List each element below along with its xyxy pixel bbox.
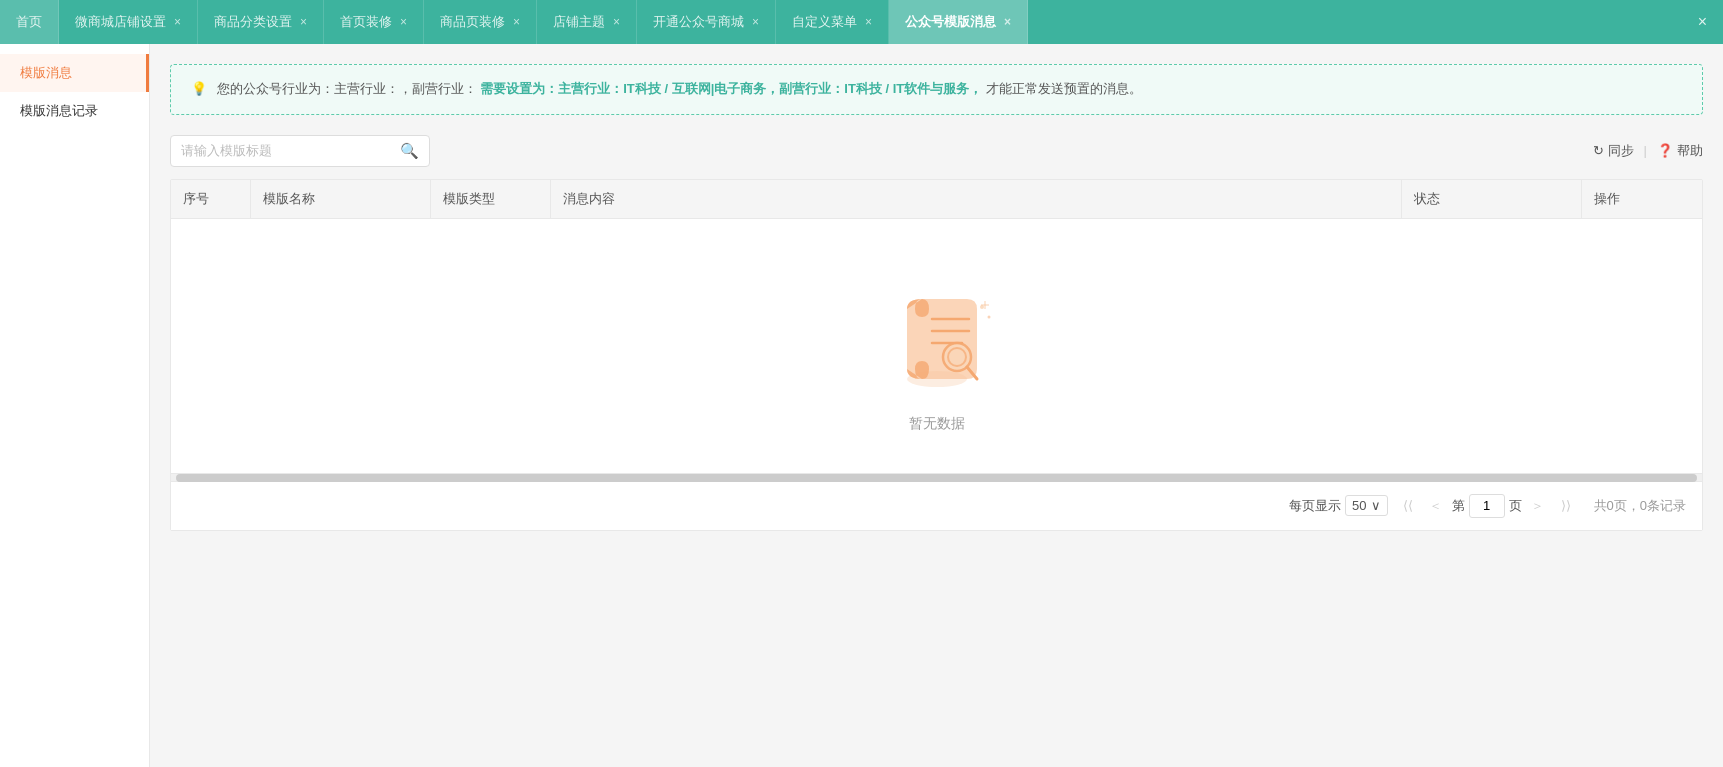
sidebar-item-template-msg-record[interactable]: 模版消息记录 <box>0 92 149 130</box>
toolbar-right: ↻ 同步 | ❓ 帮助 <box>1593 142 1703 160</box>
nav-tab-home-label: 首页 <box>16 13 42 31</box>
help-button[interactable]: ❓ 帮助 <box>1657 142 1703 160</box>
main-layout: 模版消息 模版消息记录 💡 您的公众号行业为：主营行业：，副营行业： 需要设置为… <box>0 44 1723 767</box>
search-input[interactable] <box>181 143 400 158</box>
th-action: 操作 <box>1582 180 1702 218</box>
th-seq: 序号 <box>171 180 251 218</box>
nav-tab-theme-label: 店铺主题 <box>553 13 605 31</box>
page-size-select: 每页显示 50 ∨ <box>1289 495 1387 516</box>
nav-tab-template-msg[interactable]: 公众号模版消息 × <box>889 0 1028 44</box>
page-next-button[interactable]: ＞ <box>1526 494 1550 518</box>
notice-highlight: 需要设置为：主营行业：IT科技 / 互联网|电子商务，副营行业：IT科技 / I… <box>480 81 982 96</box>
nav-tab-wechat-shop-label: 微商城店铺设置 <box>75 13 166 31</box>
th-status: 状态 <box>1402 180 1582 218</box>
page-size-label: 每页显示 <box>1289 497 1341 515</box>
nav-tab-category[interactable]: 商品分类设置 × <box>198 0 324 44</box>
th-type: 模版类型 <box>431 180 551 218</box>
table-header: 序号 模版名称 模版类型 消息内容 状态 操作 <box>171 180 1702 219</box>
sidebar-item-template-msg-label: 模版消息 <box>20 65 72 80</box>
empty-illustration <box>877 279 997 399</box>
page-size-dropdown[interactable]: 50 ∨ <box>1345 495 1387 516</box>
nav-tab-custom-menu[interactable]: 自定义菜单 × <box>776 0 889 44</box>
notice-prefix: 您的公众号行业为：主营行业：，副营行业： <box>217 81 477 96</box>
page-number-input[interactable] <box>1469 494 1505 518</box>
help-label: 帮助 <box>1677 142 1703 160</box>
sync-icon: ↻ <box>1593 143 1604 158</box>
scroll-thumb[interactable] <box>176 474 1697 482</box>
notice-box: 💡 您的公众号行业为：主营行业：，副营行业： 需要设置为：主营行业：IT科技 /… <box>170 64 1703 115</box>
nav-tab-open-mall[interactable]: 开通公众号商城 × <box>637 0 776 44</box>
nav-tab-open-mall-close[interactable]: × <box>752 16 759 28</box>
th-name: 模版名称 <box>251 180 431 218</box>
help-icon: ❓ <box>1657 143 1673 158</box>
chevron-down-icon: ∨ <box>1371 498 1381 513</box>
search-bar: 🔍 ↻ 同步 | ❓ 帮助 <box>170 135 1703 167</box>
pagination: 每页显示 50 ∨ ⟨⟨ ＜ 第 页 ＞ ⟩⟩ 共0页，0条记录 <box>171 481 1702 530</box>
search-icon[interactable]: 🔍 <box>400 142 419 160</box>
page-first-button[interactable]: ⟨⟨ <box>1396 494 1420 518</box>
sidebar: 模版消息 模版消息记录 <box>0 44 150 767</box>
data-table: 序号 模版名称 模版类型 消息内容 状态 操作 <box>170 179 1703 531</box>
nav-tab-custom-menu-label: 自定义菜单 <box>792 13 857 31</box>
page-label-before: 第 <box>1452 497 1465 515</box>
page-label-after: 页 <box>1509 497 1522 515</box>
page-prev-button[interactable]: ＜ <box>1424 494 1448 518</box>
nav-tab-wechat-shop-close[interactable]: × <box>174 16 181 28</box>
nav-tab-theme-close[interactable]: × <box>613 16 620 28</box>
nav-tab-home-decor-label: 首页装修 <box>340 13 392 31</box>
nav-tab-wechat-shop[interactable]: 微商城店铺设置 × <box>59 0 198 44</box>
horizontal-scrollbar[interactable] <box>171 473 1702 481</box>
empty-state: 暂无数据 <box>171 219 1702 473</box>
sync-label: 同步 <box>1608 142 1634 160</box>
nav-tab-product-decor[interactable]: 商品页装修 × <box>424 0 537 44</box>
nav-tab-product-decor-close[interactable]: × <box>513 16 520 28</box>
search-input-wrap[interactable]: 🔍 <box>170 135 430 167</box>
total-info: 共0页，0条记录 <box>1594 497 1686 515</box>
sync-button[interactable]: ↻ 同步 <box>1593 142 1634 160</box>
page-size-value: 50 <box>1352 498 1366 513</box>
page-last-button[interactable]: ⟩⟩ <box>1554 494 1578 518</box>
nav-tab-category-close[interactable]: × <box>300 16 307 28</box>
empty-text: 暂无数据 <box>909 415 965 433</box>
nav-tab-open-mall-label: 开通公众号商城 <box>653 13 744 31</box>
toolbar-divider: | <box>1644 143 1647 158</box>
nav-tab-custom-menu-close[interactable]: × <box>865 16 872 28</box>
svg-point-8 <box>987 315 990 318</box>
page-navigation: ⟨⟨ ＜ 第 页 ＞ ⟩⟩ <box>1396 494 1578 518</box>
sidebar-item-template-msg-record-label: 模版消息记录 <box>20 103 98 118</box>
nav-tab-template-msg-label: 公众号模版消息 <box>905 13 996 31</box>
nav-tab-home-decor[interactable]: 首页装修 × <box>324 0 424 44</box>
nav-tab-home[interactable]: 首页 <box>0 0 59 44</box>
top-nav: 首页 微商城店铺设置 × 商品分类设置 × 首页装修 × 商品页装修 × 店铺主… <box>0 0 1723 44</box>
notice-icon: 💡 <box>191 81 207 96</box>
close-all-button[interactable]: × <box>1682 13 1723 31</box>
content-area: 💡 您的公众号行业为：主营行业：，副营行业： 需要设置为：主营行业：IT科技 /… <box>150 44 1723 767</box>
sidebar-item-template-msg[interactable]: 模版消息 <box>0 54 149 92</box>
nav-tab-product-decor-label: 商品页装修 <box>440 13 505 31</box>
nav-tab-theme[interactable]: 店铺主题 × <box>537 0 637 44</box>
nav-tab-home-decor-close[interactable]: × <box>400 16 407 28</box>
nav-tab-category-label: 商品分类设置 <box>214 13 292 31</box>
notice-suffix: 才能正常发送预置的消息。 <box>986 81 1142 96</box>
th-content: 消息内容 <box>551 180 1402 218</box>
nav-tab-template-msg-close[interactable]: × <box>1004 16 1011 28</box>
